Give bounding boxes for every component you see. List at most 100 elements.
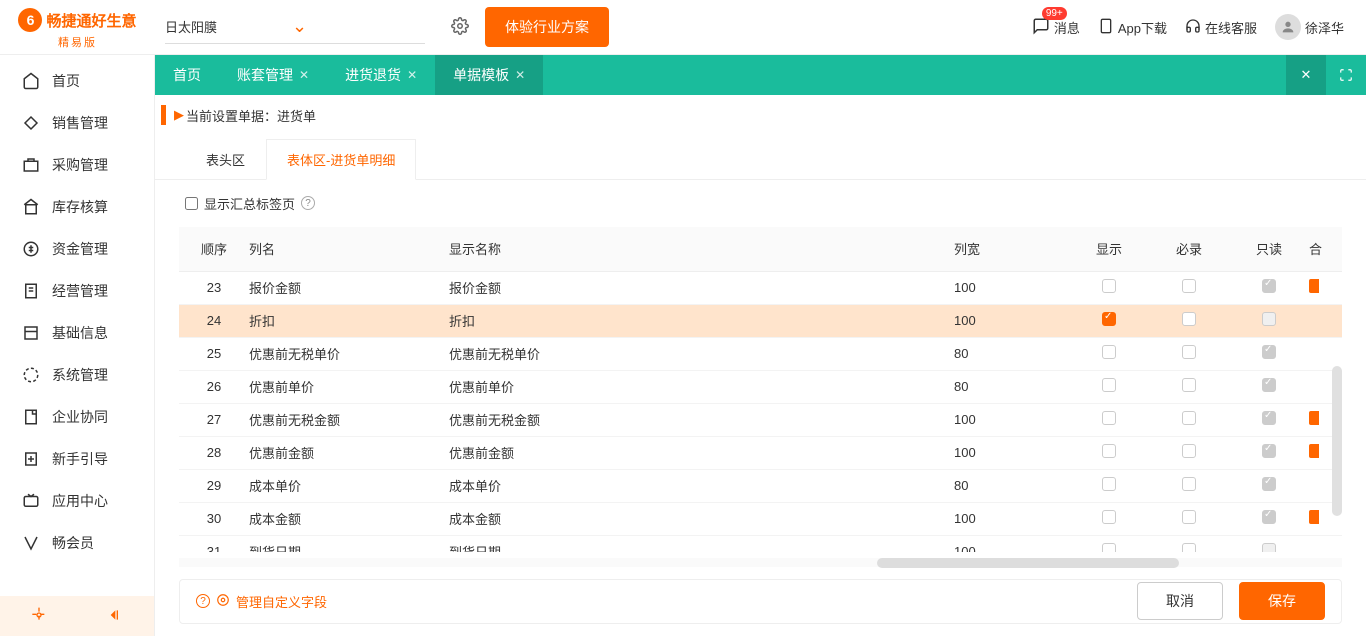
sidebar-item-house[interactable]: 库存核算 — [0, 186, 154, 228]
logo-area[interactable]: 6 畅捷通好生意 精易版 — [0, 4, 155, 50]
sidebar-item-cycle[interactable]: 系统管理 — [0, 354, 154, 396]
table-row[interactable]: 26优惠前单价优惠前单价80 — [179, 371, 1342, 404]
messages-button[interactable]: 99+ 消息 — [1032, 17, 1080, 38]
user-menu[interactable]: 徐泽华 — [1275, 14, 1344, 40]
th-display: 显示名称 — [449, 239, 954, 258]
cell-display: 成本金额 — [449, 509, 954, 528]
business-selector[interactable]: 日太阳膜 ⌄ — [165, 10, 425, 44]
sidebar-item-cart[interactable]: 采购管理 — [0, 144, 154, 186]
checkbox[interactable] — [1102, 444, 1116, 458]
cell-seq: 29 — [179, 478, 249, 493]
summary-tab-checkbox[interactable] — [185, 197, 198, 210]
cell-readonly — [1229, 444, 1309, 461]
username: 徐泽华 — [1305, 18, 1344, 37]
phone-icon — [1098, 18, 1114, 37]
checkbox[interactable] — [1182, 312, 1196, 326]
help-icon[interactable]: ? — [301, 196, 315, 210]
checkbox[interactable] — [1102, 543, 1116, 552]
checkbox[interactable] — [1182, 345, 1196, 359]
sidebar-item-label: 经营管理 — [52, 281, 108, 301]
home-icon — [22, 72, 40, 90]
checkbox[interactable] — [1182, 378, 1196, 392]
checkbox[interactable] — [1182, 543, 1196, 552]
horizontal-scrollbar-track[interactable] — [179, 558, 1342, 567]
close-icon[interactable]: ✕ — [299, 68, 309, 82]
table-row[interactable]: 28优惠前金额优惠前金额100 — [179, 437, 1342, 470]
checkbox[interactable] — [1102, 378, 1116, 392]
sidebar-item-label: 畅会员 — [52, 533, 94, 553]
sidebar-item-coin[interactable]: 资金管理 — [0, 228, 154, 270]
table-row[interactable]: 31到货日期到货日期100 — [179, 536, 1342, 552]
checkbox[interactable] — [1102, 510, 1116, 524]
sidebar-item-label: 资金管理 — [52, 239, 108, 259]
logo-icon: 6 — [18, 8, 42, 32]
cell-name: 折扣 — [249, 311, 449, 330]
cell-show — [1069, 444, 1149, 461]
checkbox-on[interactable] — [1309, 510, 1319, 524]
sidebar-item-doc[interactable]: 企业协同 — [0, 396, 154, 438]
checkbox[interactable] — [1182, 411, 1196, 425]
cell-show — [1069, 345, 1149, 362]
table-row[interactable]: 29成本单价成本单价80 — [179, 470, 1342, 503]
collapse-icon[interactable] — [108, 607, 124, 626]
checkbox-on[interactable] — [1309, 411, 1319, 425]
tab-首页[interactable]: 首页 — [155, 55, 219, 95]
sidebar-item-clipboard[interactable]: 经营管理 — [0, 270, 154, 312]
subtab-表头区[interactable]: 表头区 — [185, 139, 266, 179]
subtab-表体区-进货单明细[interactable]: 表体区-进货单明细 — [266, 139, 416, 180]
top-header: 6 畅捷通好生意 精易版 日太阳膜 ⌄ 体验行业方案 99+ 消息 App下载 … — [0, 0, 1366, 55]
checkbox[interactable] — [1182, 444, 1196, 458]
sidebar-item-home[interactable]: 首页 — [0, 60, 154, 102]
table-row[interactable]: 30成本金额成本金额100 — [179, 503, 1342, 536]
checkbox[interactable] — [1102, 279, 1116, 293]
custom-fields-label: 管理自定义字段 — [236, 592, 327, 611]
sidebar-item-data[interactable]: 基础信息 — [0, 312, 154, 354]
th-total: 合 — [1309, 239, 1339, 258]
tab-账套管理[interactable]: 账套管理✕ — [219, 55, 327, 95]
customer-service-button[interactable]: 在线客服 — [1185, 18, 1257, 37]
summary-checkbox-label: 显示汇总标签页 — [204, 194, 295, 213]
sidebar-item-tag[interactable]: 销售管理 — [0, 102, 154, 144]
close-icon[interactable]: ✕ — [515, 68, 525, 82]
cancel-button[interactable]: 取消 — [1137, 582, 1223, 620]
promo-button[interactable]: 体验行业方案 — [485, 7, 609, 47]
checkbox[interactable] — [1182, 510, 1196, 524]
table-row[interactable]: 24折扣折扣100 — [179, 305, 1342, 338]
close-tab-button[interactable]: ✕ — [1286, 55, 1326, 95]
manage-custom-fields-link[interactable]: ? 管理自定义字段 — [196, 592, 327, 611]
checkbox-on[interactable] — [1309, 279, 1319, 293]
settings-icon[interactable] — [31, 607, 47, 626]
vertical-scrollbar[interactable] — [1332, 366, 1342, 516]
checkbox — [1262, 444, 1276, 458]
app-download-button[interactable]: App下载 — [1098, 18, 1167, 37]
close-icon[interactable]: ✕ — [407, 68, 417, 82]
tab-进货退货[interactable]: 进货退货✕ — [327, 55, 435, 95]
save-button[interactable]: 保存 — [1239, 582, 1325, 620]
gear-icon[interactable] — [451, 17, 469, 38]
checkbox-on[interactable] — [1309, 444, 1319, 458]
checkbox[interactable] — [1182, 279, 1196, 293]
fullscreen-button[interactable] — [1326, 55, 1366, 95]
cell-total — [1309, 279, 1339, 296]
sidebar-item-tv[interactable]: 应用中心 — [0, 480, 154, 522]
horizontal-scrollbar-thumb[interactable] — [877, 558, 1179, 568]
cell-seq: 30 — [179, 511, 249, 526]
tab-单据模板[interactable]: 单据模板 ✕ — [435, 55, 543, 95]
checkbox[interactable] — [1102, 345, 1116, 359]
table-row[interactable]: 27优惠前无税金额优惠前无税金额100 — [179, 404, 1342, 437]
tab-label: 单据模板 — [453, 65, 509, 85]
table-row[interactable]: 23报价金额报价金额100 — [179, 272, 1342, 305]
checkbox[interactable] — [1102, 477, 1116, 491]
checkbox[interactable] — [1182, 477, 1196, 491]
sidebar-item-sparkle[interactable]: 新手引导 — [0, 438, 154, 480]
th-required: 必录 — [1149, 239, 1229, 258]
cell-readonly — [1229, 543, 1309, 552]
table-row[interactable]: 25优惠前无税单价优惠前无税单价80 — [179, 338, 1342, 371]
checkbox[interactable] — [1102, 411, 1116, 425]
checkbox[interactable] — [1102, 312, 1116, 326]
house-icon — [22, 198, 40, 216]
cell-readonly — [1229, 279, 1309, 296]
sidebar-item-v[interactable]: 畅会员 — [0, 522, 154, 564]
cell-required — [1149, 378, 1229, 395]
cell-readonly — [1229, 477, 1309, 494]
